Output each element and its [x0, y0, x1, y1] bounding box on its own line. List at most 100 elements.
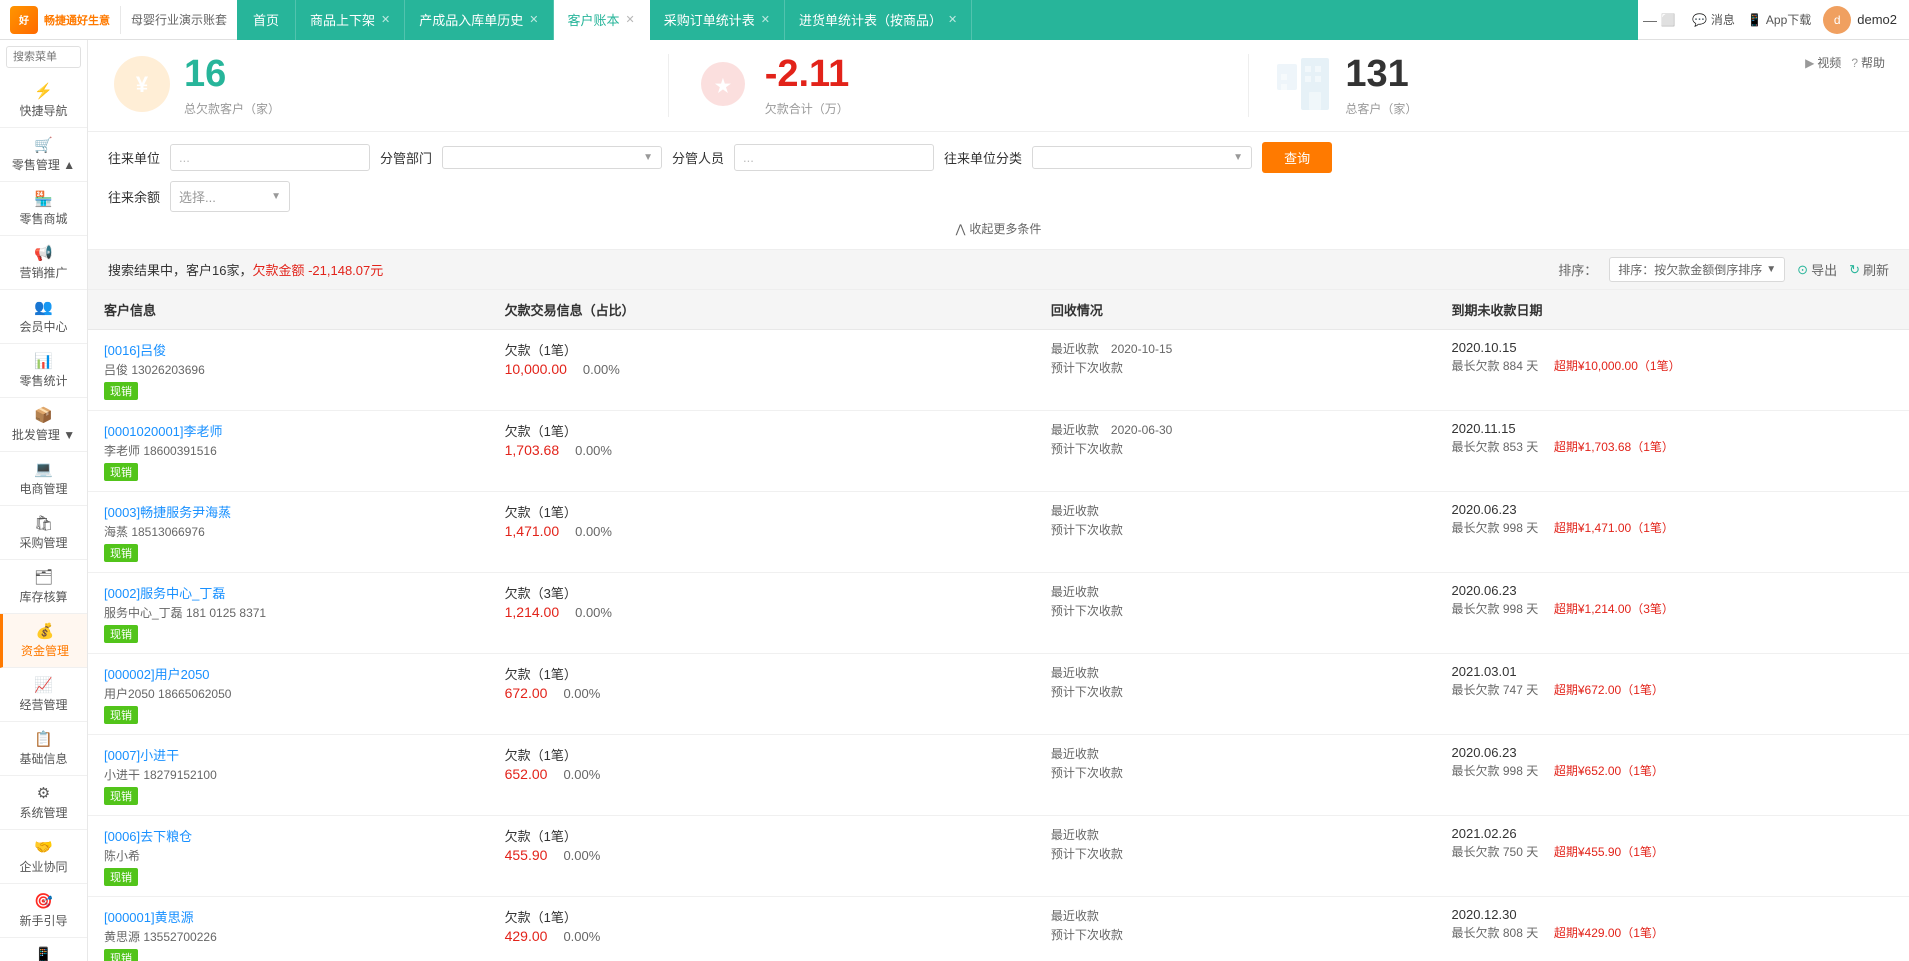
- customer-name[interactable]: [0003]畅捷服务尹海蒸: [104, 502, 473, 521]
- sidebar-item-purchase[interactable]: 🛍 采购管理: [0, 506, 87, 560]
- total-customers-label: 总客户（家）: [1345, 100, 1417, 117]
- maximize-btn[interactable]: ⬜: [1660, 12, 1676, 28]
- sidebar-item-business[interactable]: 📈 经营管理: [0, 668, 87, 722]
- table-row: [0007]小进干 小进干 18279152100 现销 欠款（1笔） 652.…: [88, 735, 1909, 816]
- overdue-text[interactable]: 超期¥429.00（1笔）: [1554, 926, 1664, 940]
- unit-class-select[interactable]: ▼: [1032, 146, 1252, 169]
- overdue-text[interactable]: 超期¥1,214.00（3笔）: [1554, 602, 1674, 616]
- customer-phone: 服务中心_丁磊 181 0125 8371: [104, 604, 473, 621]
- sidebar-item-app-center[interactable]: 📱 应用中心: [0, 938, 87, 961]
- overdue-text[interactable]: 超期¥1,471.00（1笔）: [1554, 521, 1674, 535]
- overdue-text[interactable]: 超期¥1,703.68（1笔）: [1554, 440, 1674, 454]
- tab-customer-account[interactable]: 客户账本 ✕: [554, 0, 650, 40]
- tab-warehouse-history[interactable]: 产成品入库单历史 ✕: [405, 0, 553, 40]
- person-label: 分管人员: [672, 148, 724, 167]
- minimize-btn[interactable]: —: [1642, 12, 1658, 28]
- help-btn[interactable]: ? 帮助: [1851, 54, 1885, 71]
- sidebar-item-finance[interactable]: 💰 资金管理: [0, 614, 87, 668]
- source-unit-input[interactable]: ...: [170, 144, 370, 171]
- close-tab-icon[interactable]: ✕: [761, 13, 770, 26]
- customer-name[interactable]: [0007]小进干: [104, 745, 473, 764]
- overdue-text[interactable]: 超期¥455.90（1笔）: [1554, 845, 1664, 859]
- total-customers-icon: [1273, 54, 1333, 117]
- debt-count: 欠款（1笔）: [505, 502, 1019, 521]
- logo-area: 好 畅捷通好生意: [0, 6, 121, 34]
- total-customers-value: 131: [1345, 54, 1417, 96]
- recent-collect-label: 最近收款: [1051, 907, 1420, 924]
- sort-select[interactable]: 排序：按欠款金额倒序排序 ▼: [1609, 257, 1785, 282]
- sidebar-item-basic-info[interactable]: 📋 基础信息: [0, 722, 87, 776]
- customer-phone: 小进干 18279152100: [104, 766, 473, 783]
- sidebar-item-newbie[interactable]: 🎯 新手引导: [0, 884, 87, 938]
- next-collect-label: 预计下次收款: [1051, 926, 1420, 943]
- sidebar-item-collab[interactable]: 🤝 企业协同: [0, 830, 87, 884]
- message-btn[interactable]: 💬 消息: [1692, 11, 1735, 28]
- logo-text: 畅捷通好生意: [44, 12, 110, 28]
- sidebar-item-inventory[interactable]: 🗂 库存核算: [0, 560, 87, 614]
- video-btn[interactable]: ▶ 视频: [1805, 54, 1841, 71]
- user-area[interactable]: d demo2: [1823, 6, 1897, 34]
- person-input[interactable]: ...: [734, 144, 934, 171]
- sidebar-item-wholesale[interactable]: 📦 批发管理 ▼: [0, 398, 87, 452]
- overdue-days: 最长欠款 884 天: [1452, 359, 1551, 373]
- debt-amount: 672.00: [505, 685, 548, 701]
- col-customer-info: 客户信息: [88, 290, 489, 330]
- tab-inbound-stats[interactable]: 进货单统计表（按商品） ✕: [785, 0, 972, 40]
- filter-row-2: 往来余额 选择... ▼: [108, 181, 1889, 212]
- refresh-btn[interactable]: ↻ 刷新: [1849, 260, 1889, 279]
- customer-name[interactable]: [000001]黄思源: [104, 907, 473, 926]
- overdue-text[interactable]: 超期¥672.00（1笔）: [1554, 683, 1664, 697]
- sidebar-item-marketing[interactable]: 📢 营销推广: [0, 236, 87, 290]
- col-recovery: 回收情况: [1035, 290, 1436, 330]
- sidebar-item-retail-mall[interactable]: 🏪 零售商城: [0, 182, 87, 236]
- source-unit-label: 往来单位: [108, 148, 160, 167]
- balance-select[interactable]: 选择... ▼: [170, 181, 290, 212]
- debt-count: 欠款（1笔）: [505, 340, 1019, 359]
- tab-home[interactable]: 首页: [237, 0, 296, 40]
- download-icon: 📱: [1747, 13, 1762, 27]
- export-btn[interactable]: ⊙ 导出: [1797, 260, 1837, 279]
- app-center-icon: 📱: [4, 946, 83, 961]
- query-button[interactable]: 查询: [1262, 142, 1332, 173]
- customer-name[interactable]: [0016]吕俊: [104, 340, 473, 359]
- debt-total-label: 欠款合计（万）: [765, 100, 850, 117]
- collapse-btn[interactable]: ⋀ 收起更多条件: [956, 220, 1042, 237]
- overdue-days: 最长欠款 808 天: [1452, 926, 1551, 940]
- window-controls: — ⬜: [1638, 12, 1680, 28]
- stat-total-customers: 131 总客户（家）: [1273, 54, 1805, 117]
- search-input[interactable]: [6, 46, 81, 68]
- tab-purchase-stats[interactable]: 采购订单统计表 ✕: [650, 0, 785, 40]
- svg-text:¥: ¥: [136, 72, 149, 97]
- debt-amount: 429.00: [505, 928, 548, 944]
- dept-select[interactable]: ▼: [442, 146, 662, 169]
- customer-name[interactable]: [0006]去下粮仓: [104, 826, 473, 845]
- app-download-btn[interactable]: 📱 App下载: [1747, 11, 1811, 28]
- customer-name[interactable]: [0002]服务中心_丁磊: [104, 583, 473, 602]
- table-row: [000001]黄思源 黄思源 13552700226 现销 欠款（1笔） 42…: [88, 897, 1909, 961]
- debt-amount: 455.90: [505, 847, 548, 863]
- close-tab-icon[interactable]: ✕: [626, 13, 635, 26]
- customer-name[interactable]: [0001020001]李老师: [104, 421, 473, 440]
- sidebar-item-ecommerce[interactable]: 💻 电商管理: [0, 452, 87, 506]
- debt-amount: 1,471.00: [505, 523, 560, 539]
- sidebar-item-quick-nav[interactable]: ⚡ 快捷导航: [0, 74, 87, 128]
- chevron-down-icon: ▼: [643, 152, 653, 163]
- customer-name[interactable]: [000002]用户2050: [104, 664, 473, 683]
- sidebar-item-retail-stats[interactable]: 📊 零售统计: [0, 344, 87, 398]
- debt-ratio: 0.00%: [563, 848, 600, 863]
- overdue-days: 最长欠款 998 天: [1452, 521, 1551, 535]
- close-tab-icon[interactable]: ✕: [381, 13, 390, 26]
- result-info: 搜索结果中，客户16家，欠款金额 -21,148.07元: [108, 260, 383, 279]
- collab-icon: 🤝: [4, 838, 83, 856]
- overdue-text[interactable]: 超期¥652.00（1笔）: [1554, 764, 1664, 778]
- tab-product-listing[interactable]: 商品上下架 ✕: [296, 0, 405, 40]
- customer-phone: 李老师 18600391516: [104, 442, 473, 459]
- debt-count: 欠款（1笔）: [505, 421, 1019, 440]
- sidebar-item-retail-mgmt[interactable]: 🛒 零售管理 ▲: [0, 128, 87, 182]
- sidebar-item-member[interactable]: 👥 会员中心: [0, 290, 87, 344]
- stat-debt-customers: ¥ 16 总欠款客户（家）: [112, 54, 669, 117]
- overdue-text[interactable]: 超期¥10,000.00（1笔）: [1554, 359, 1681, 373]
- close-tab-icon[interactable]: ✕: [529, 13, 538, 26]
- close-tab-icon[interactable]: ✕: [948, 13, 957, 26]
- sidebar-item-system[interactable]: ⚙ 系统管理: [0, 776, 87, 830]
